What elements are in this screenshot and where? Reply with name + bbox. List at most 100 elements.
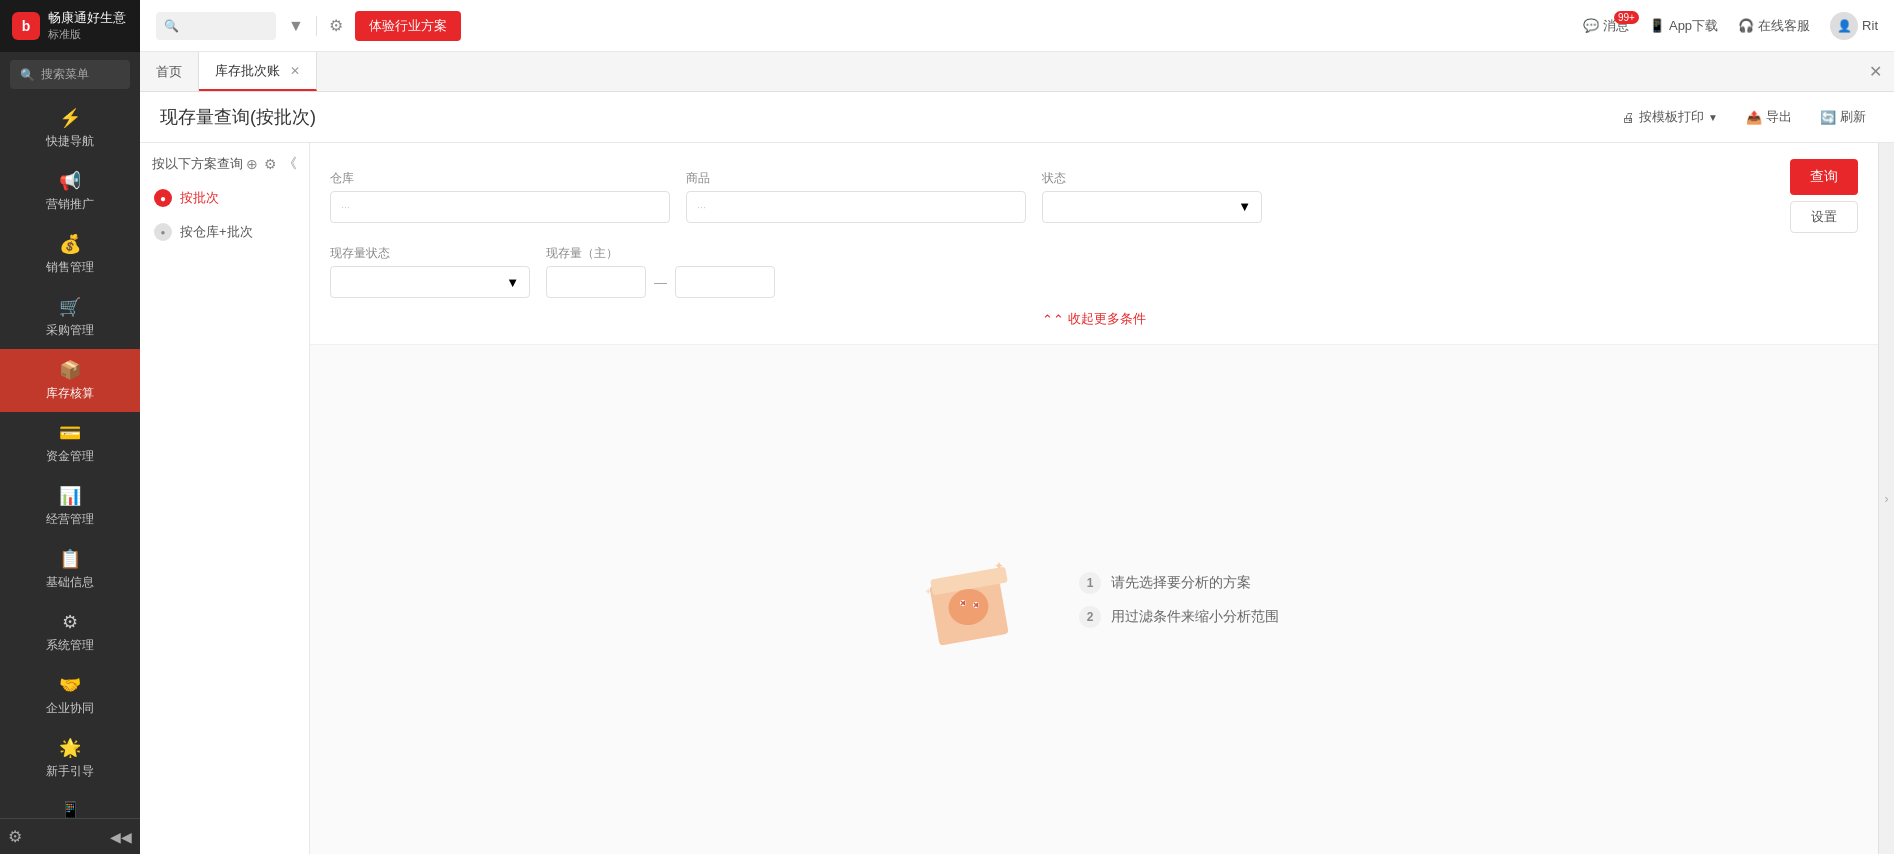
sidebar-item-quick-nav[interactable]: ⚡ 快捷导航 <box>0 97 140 160</box>
footer-collapse-icon[interactable]: ◀◀ <box>110 829 132 845</box>
topbar: 🔍 ▼ ⚙ 体验行业方案 💬 消息 99+ 📱 App下载 🎧 在线客服 👤 <box>140 0 1894 52</box>
warehouse-input[interactable]: ··· <box>330 191 670 223</box>
company-name: 畅康通好生意 <box>48 10 126 27</box>
empty-tips: 1 请先选择要分析的方案 2 用过滤条件来缩小分析范围 <box>1079 572 1279 628</box>
topbar-search-icon: 🔍 <box>164 19 179 33</box>
filter-row-2: 现存量状态 ▼ 现存量（主） — <box>330 245 1858 298</box>
filter-section: 仓库 ··· 商品 ··· <box>310 143 1878 345</box>
inventory-qty-to[interactable] <box>675 266 775 298</box>
sidebar-item-label: 新手引导 <box>46 763 94 780</box>
online-service-button[interactable]: 🎧 在线客服 <box>1738 17 1810 35</box>
sidebar-item-marketing[interactable]: 📢 营销推广 <box>0 160 140 223</box>
collapse-btn[interactable]: ⌃⌃ 收起更多条件 <box>330 310 1858 328</box>
product-dots: ··· <box>697 201 706 213</box>
topbar-dropdown-icon[interactable]: ▼ <box>288 17 304 35</box>
inventory-status-label: 现存量状态 <box>330 245 530 262</box>
add-plan-icon[interactable]: ⊕ <box>246 156 258 172</box>
sidebar-item-system[interactable]: ⚙ 系统管理 <box>0 601 140 664</box>
page-header: 现存量查询(按批次) 🖨 按模板打印 ▼ 📤 导出 🔄 刷新 <box>140 92 1894 143</box>
empty-illustration: ✦ ✦ <box>909 535 1039 665</box>
svg-text:✦: ✦ <box>924 586 932 597</box>
user-name: Rit <box>1862 18 1878 33</box>
refresh-icon: 🔄 <box>1820 110 1836 125</box>
export-icon: 📤 <box>1746 110 1762 125</box>
tab-batch[interactable]: 库存批次账 ✕ <box>199 52 317 91</box>
sidebar-item-finance[interactable]: 💳 资金管理 <box>0 412 140 475</box>
content-body: 按以下方案查询 ⊕ ⚙ 《 ● 按批次 ● 按仓库+批次 <box>140 143 1894 854</box>
app-logo: b <box>12 12 40 40</box>
footer-settings-icon[interactable]: ⚙ <box>8 827 22 846</box>
collapse-panel-icon[interactable]: 《 <box>283 155 297 173</box>
sidebar-item-collab[interactable]: 🤝 企业协同 <box>0 664 140 727</box>
print-template-button[interactable]: 🖨 按模板打印 ▼ <box>1614 104 1726 130</box>
plan-dot-active: ● <box>154 189 172 207</box>
sidebar-item-label: 采购管理 <box>46 322 94 339</box>
topbar-gear-icon[interactable]: ⚙ <box>329 16 343 35</box>
sidebar-footer: ⚙ ◀◀ <box>0 818 140 854</box>
sidebar-item-guide[interactable]: 🌟 新手引导 <box>0 727 140 790</box>
page-content: 现存量查询(按批次) 🖨 按模板打印 ▼ 📤 导出 🔄 刷新 <box>140 92 1894 854</box>
system-icon: ⚙ <box>62 611 78 633</box>
inventory-qty-from[interactable] <box>546 266 646 298</box>
product-input[interactable]: ··· <box>686 191 1026 223</box>
sidebar-item-label: 快捷导航 <box>46 133 94 150</box>
status-label: 状态 <box>1042 170 1262 187</box>
empty-tip-2: 2 用过滤条件来缩小分析范围 <box>1079 606 1279 628</box>
empty-icon-svg: ✦ ✦ <box>909 535 1039 665</box>
user-menu[interactable]: 👤 Rit <box>1830 12 1878 40</box>
finance-icon: 💳 <box>59 422 81 444</box>
topbar-search[interactable]: 🔍 <box>156 12 276 40</box>
sidebar-item-label: 经营管理 <box>46 511 94 528</box>
headset-icon: 🎧 <box>1738 18 1754 33</box>
warehouse-label: 仓库 <box>330 170 670 187</box>
sidebar-item-apps[interactable]: 📱 应用中心 <box>0 790 140 818</box>
plan-item-by-batch[interactable]: ● 按批次 <box>140 181 309 215</box>
sidebar-item-label: 系统管理 <box>46 637 94 654</box>
plan-item-by-warehouse-batch[interactable]: ● 按仓库+批次 <box>140 215 309 249</box>
print-dropdown-icon: ▼ <box>1708 112 1718 123</box>
collab-icon: 🤝 <box>59 674 81 696</box>
left-panel: 按以下方案查询 ⊕ ⚙ 《 ● 按批次 ● 按仓库+批次 <box>140 143 310 854</box>
tab-close-icon[interactable]: ✕ <box>290 64 300 78</box>
app-download-button[interactable]: 📱 App下载 <box>1649 17 1718 35</box>
sidebar-item-inventory[interactable]: 📦 库存核算 <box>0 349 140 412</box>
refresh-button[interactable]: 🔄 刷新 <box>1812 104 1874 130</box>
online-service-label: 在线客服 <box>1758 17 1810 35</box>
close-all-icon[interactable]: ✕ <box>1869 62 1882 81</box>
plan-dot-inactive: ● <box>154 223 172 241</box>
sidebar-item-purchase[interactable]: 🛒 采购管理 <box>0 286 140 349</box>
sidebar-item-basic[interactable]: 📋 基础信息 <box>0 538 140 601</box>
main-area: 🔍 ▼ ⚙ 体验行业方案 💬 消息 99+ 📱 App下载 🎧 在线客服 👤 <box>140 0 1894 854</box>
trial-button[interactable]: 体验行业方案 <box>355 11 461 41</box>
right-collapse-icon: › <box>1885 492 1889 506</box>
user-avatar: 👤 <box>1830 12 1858 40</box>
sidebar: b 畅康通好生意 标准版 🔍 搜索菜单 ⚡ 快捷导航 📢 营销推广 💰 销售管理… <box>0 0 140 854</box>
messages-button[interactable]: 💬 消息 99+ <box>1583 17 1629 35</box>
query-button[interactable]: 查询 <box>1790 159 1858 195</box>
tab-home[interactable]: 首页 <box>140 52 199 91</box>
product-label: 商品 <box>686 170 1026 187</box>
settings-button[interactable]: 设置 <box>1790 201 1858 233</box>
status-select[interactable]: ▼ <box>1042 191 1262 223</box>
basic-icon: 📋 <box>59 548 81 570</box>
tip-text-1: 请先选择要分析的方案 <box>1111 574 1251 592</box>
export-button[interactable]: 📤 导出 <box>1738 104 1800 130</box>
sidebar-item-label: 销售管理 <box>46 259 94 276</box>
tab-bar: 首页 库存批次账 ✕ ✕ <box>140 52 1894 92</box>
inventory-status-arrow-icon: ▼ <box>506 275 519 290</box>
guide-icon: 🌟 <box>59 737 81 759</box>
tab-home-label: 首页 <box>156 63 182 81</box>
sidebar-item-operations[interactable]: 📊 经营管理 <box>0 475 140 538</box>
sidebar-item-label: 营销推广 <box>46 196 94 213</box>
sidebar-item-sales[interactable]: 💰 销售管理 <box>0 223 140 286</box>
operations-icon: 📊 <box>59 485 81 507</box>
app-version: 标准版 <box>48 27 126 42</box>
settings-plan-icon[interactable]: ⚙ <box>264 156 277 172</box>
sidebar-search[interactable]: 🔍 搜索菜单 <box>10 60 130 89</box>
tip-text-2: 用过滤条件来缩小分析范围 <box>1111 608 1279 626</box>
sidebar-item-label: 企业协同 <box>46 700 94 717</box>
inventory-status-select[interactable]: ▼ <box>330 266 530 298</box>
right-edge-collapse[interactable]: › <box>1878 143 1894 854</box>
purchase-icon: 🛒 <box>59 296 81 318</box>
empty-state: ✦ ✦ 1 请先选择要分析的方案 2 用过滤条件来缩小分析范围 <box>310 345 1878 854</box>
